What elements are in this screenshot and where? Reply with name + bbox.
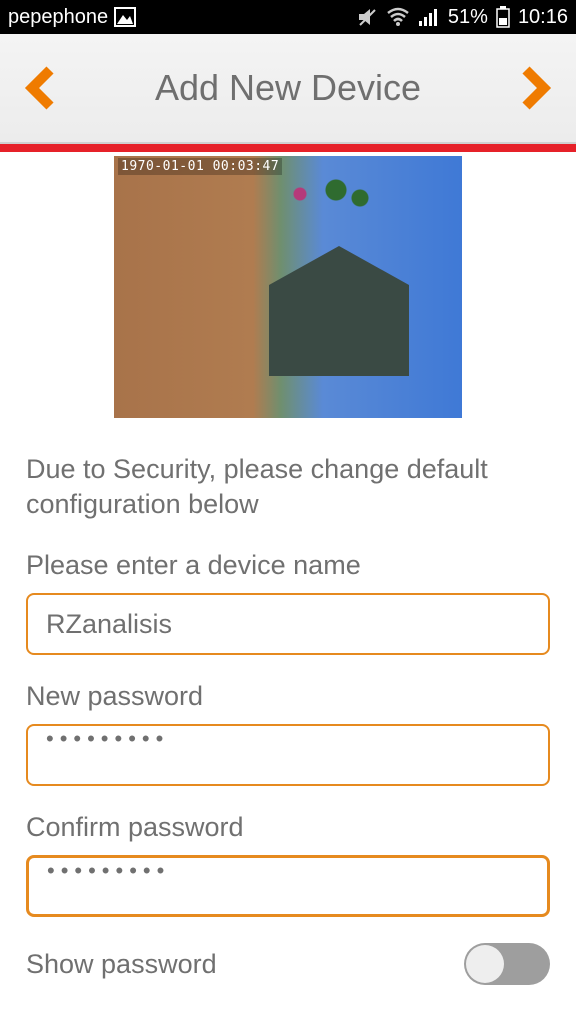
preview-timestamp: 1970-01-01 00:03:47 xyxy=(118,158,282,175)
camera-preview[interactable]: 1970-01-01 00:03:47 xyxy=(114,156,462,418)
show-password-toggle[interactable] xyxy=(464,943,550,985)
wifi-icon xyxy=(386,7,410,27)
new-password-label: New password xyxy=(26,681,550,712)
device-name-input[interactable] xyxy=(26,593,550,655)
status-bar: pepephone 51% 10:16 xyxy=(0,0,576,34)
app-header: Add New Device xyxy=(0,34,576,144)
new-password-input[interactable]: ••••••••• xyxy=(26,724,550,786)
back-button[interactable] xyxy=(24,66,60,110)
mute-icon xyxy=(356,6,378,28)
signal-icon xyxy=(418,7,440,27)
carrier-label: pepephone xyxy=(8,6,108,29)
confirm-password-label: Confirm password xyxy=(26,812,550,843)
battery-percent: 51% xyxy=(448,6,488,29)
confirm-password-input[interactable]: ••••••••• xyxy=(26,855,550,917)
accent-strip xyxy=(0,144,576,152)
security-notice: Due to Security, please change default c… xyxy=(26,452,550,522)
clock-label: 10:16 xyxy=(518,6,568,29)
image-icon xyxy=(114,7,136,27)
toggle-knob xyxy=(466,945,504,983)
forward-button[interactable] xyxy=(516,66,552,110)
device-name-label: Please enter a device name xyxy=(26,550,550,581)
battery-icon xyxy=(496,6,510,28)
show-password-label: Show password xyxy=(26,949,217,980)
page-title: Add New Device xyxy=(155,67,421,109)
camera-preview-area: 1970-01-01 00:03:47 xyxy=(0,152,576,436)
